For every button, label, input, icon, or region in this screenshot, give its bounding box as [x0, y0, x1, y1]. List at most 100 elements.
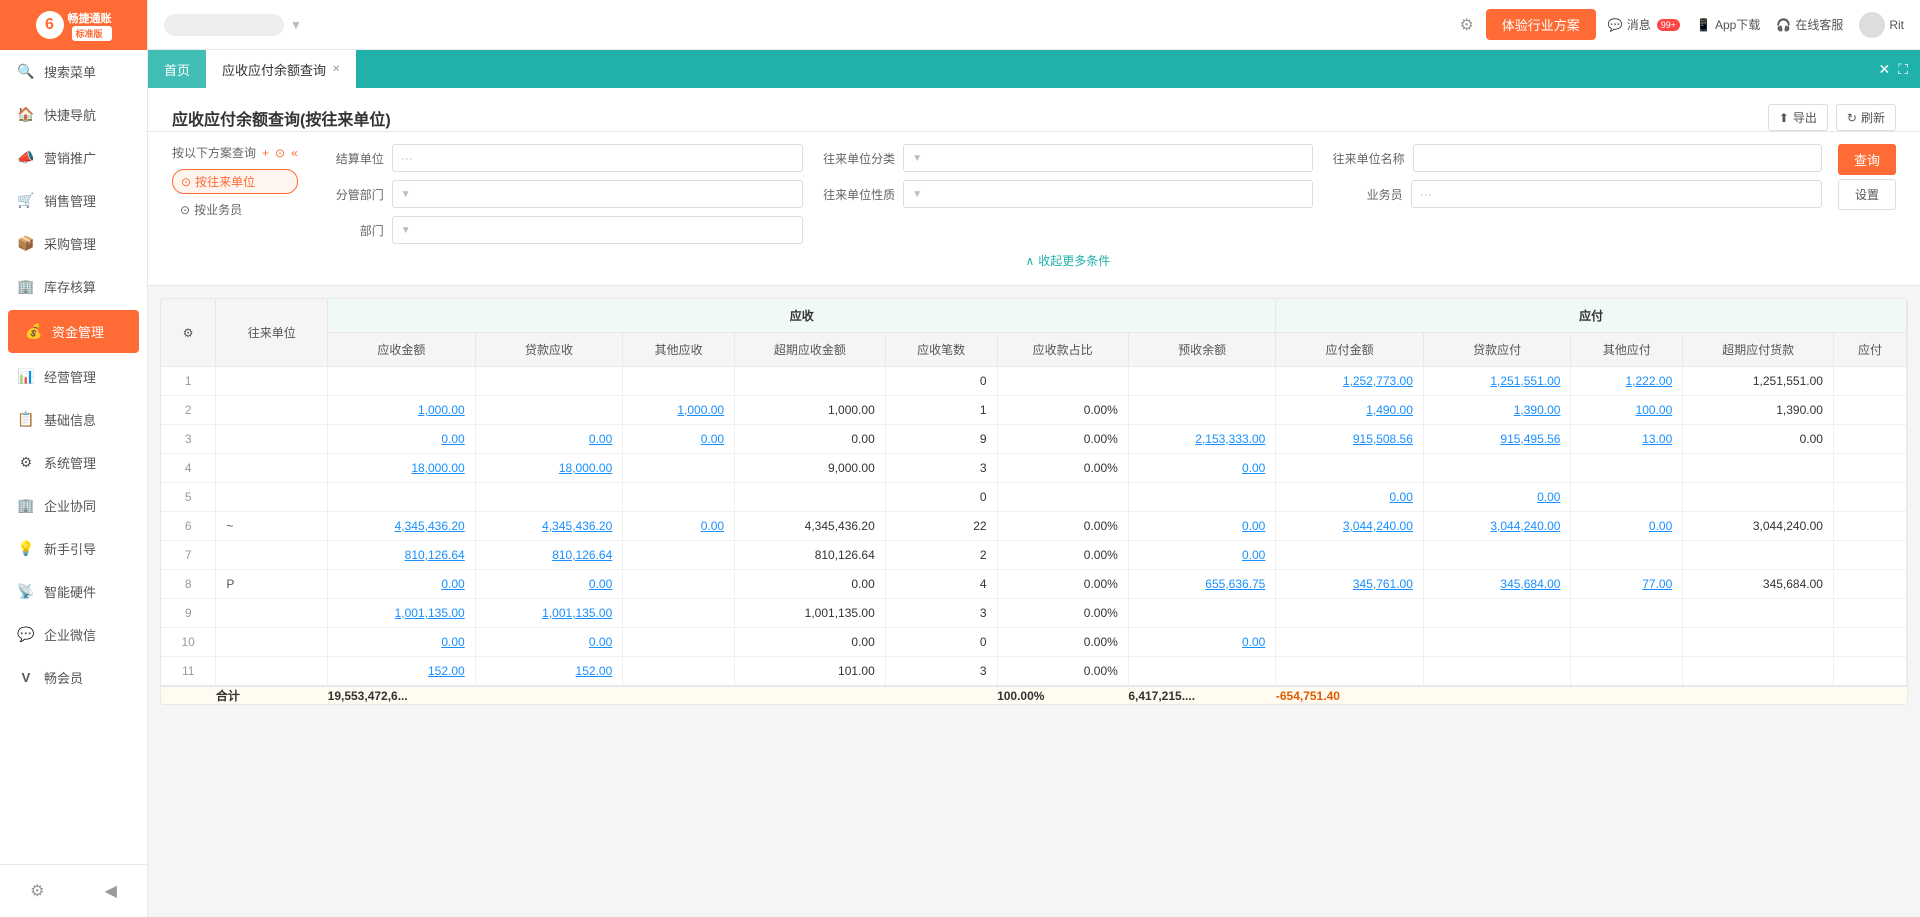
table-cell[interactable]: 1,000.00	[623, 396, 735, 425]
table-cell[interactable]	[1276, 541, 1424, 570]
collapse-filter-btn[interactable]: «	[291, 146, 298, 160]
table-cell[interactable]: 345,684.00	[1423, 570, 1571, 599]
table-cell[interactable]: 0.00	[1128, 454, 1276, 483]
table-cell[interactable]: 0.00	[328, 425, 476, 454]
sidebar-item-finance[interactable]: 💰 资金管理	[8, 310, 139, 353]
footer-ar-prepay[interactable]: 6,417,215....	[1128, 686, 1276, 704]
footer-ar-amount[interactable]: 19,553,472,6...	[328, 686, 476, 704]
customer-type-input[interactable]: ▼	[903, 180, 1312, 208]
table-cell[interactable]	[1128, 599, 1276, 628]
table-cell[interactable]	[623, 367, 735, 396]
collapse-sidebar-btn[interactable]: ◀	[97, 873, 125, 909]
online-service-btn[interactable]: 🎧 在线客服	[1776, 16, 1843, 33]
sidebar-item-operations[interactable]: 📊 经营管理	[0, 355, 147, 398]
tab-home[interactable]: 首页	[148, 50, 206, 88]
customer-category-input[interactable]: ▼	[903, 144, 1312, 172]
table-cell[interactable]: 1,001,135.00	[328, 599, 476, 628]
edit-filter-btn[interactable]: ⊙	[275, 146, 285, 160]
dept-input[interactable]: ▼	[392, 216, 803, 244]
table-cell[interactable]: 0.00	[1276, 483, 1424, 512]
table-cell[interactable]: 77.00	[1571, 570, 1683, 599]
settings-bottom-btn[interactable]: ⚙	[22, 873, 52, 909]
table-cell[interactable]	[328, 367, 476, 396]
table-cell[interactable]	[623, 454, 735, 483]
table-cell[interactable]	[1128, 367, 1276, 396]
table-cell[interactable]	[1423, 599, 1571, 628]
table-cell[interactable]: 0.00	[623, 425, 735, 454]
col-setting[interactable]: ⚙	[161, 299, 216, 367]
table-cell[interactable]	[1571, 599, 1683, 628]
table-cell[interactable]	[475, 367, 623, 396]
sidebar-item-sales[interactable]: 🛒 销售管理	[0, 179, 147, 222]
add-filter-btn[interactable]: +	[262, 146, 269, 160]
table-cell[interactable]	[623, 628, 735, 657]
query-button[interactable]: 查询	[1838, 144, 1896, 175]
table-cell[interactable]: 3,044,240.00	[1423, 512, 1571, 541]
app-download-btn[interactable]: 📱 App下载	[1696, 16, 1760, 33]
filter-by-partner[interactable]: ⊙ 按往来单位	[172, 169, 298, 194]
table-cell[interactable]	[623, 541, 735, 570]
table-cell[interactable]	[1571, 483, 1683, 512]
table-cell[interactable]: 1,001,135.00	[475, 599, 623, 628]
sidebar-item-inventory[interactable]: 🏢 库存核算	[0, 265, 147, 308]
table-cell[interactable]: 810,126.64	[475, 541, 623, 570]
table-cell[interactable]	[1571, 454, 1683, 483]
table-cell[interactable]	[623, 657, 735, 687]
solution-button[interactable]: 体验行业方案	[1486, 9, 1596, 40]
sidebar-item-guide[interactable]: 💡 新手引导	[0, 527, 147, 570]
table-cell[interactable]: 18,000.00	[475, 454, 623, 483]
collapse-more-btn[interactable]: ∧ 收起更多条件	[314, 252, 1822, 269]
tab-close-window-icon[interactable]: ✕	[1878, 61, 1890, 78]
table-cell[interactable]: 1,251,551.00	[1423, 367, 1571, 396]
table-cell[interactable]: 3,044,240.00	[1276, 512, 1424, 541]
table-cell[interactable]: 1,390.00	[1423, 396, 1571, 425]
dept-head-input[interactable]: ▼	[392, 180, 803, 208]
table-cell[interactable]	[1423, 628, 1571, 657]
sidebar-item-enterprise[interactable]: 🏢 企业协同	[0, 484, 147, 527]
table-cell[interactable]: 0.00	[328, 628, 476, 657]
export-button[interactable]: ⬆ 导出	[1768, 104, 1828, 131]
customer-name-input[interactable]	[1413, 144, 1822, 172]
table-cell[interactable]: 4,345,436.20	[475, 512, 623, 541]
sidebar-item-member[interactable]: V 畅会员	[0, 656, 147, 699]
table-cell[interactable]	[1128, 657, 1276, 687]
sidebar-item-marketing[interactable]: 📣 营销推广	[0, 136, 147, 179]
sidebar-item-quick-nav[interactable]: 🏠 快捷导航	[0, 93, 147, 136]
table-cell[interactable]: 0.00	[1571, 512, 1683, 541]
table-cell[interactable]: 0.00	[1423, 483, 1571, 512]
table-cell[interactable]	[1276, 599, 1424, 628]
refresh-button[interactable]: ↻ 刷新	[1836, 104, 1896, 131]
table-cell[interactable]: 0.00	[475, 570, 623, 599]
table-cell[interactable]	[1276, 454, 1424, 483]
table-cell[interactable]: 810,126.64	[328, 541, 476, 570]
table-cell[interactable]: 0.00	[1128, 628, 1276, 657]
table-cell[interactable]	[1423, 541, 1571, 570]
sidebar-item-search-menu[interactable]: 🔍 搜索菜单	[0, 50, 147, 93]
table-cell[interactable]: 4,345,436.20	[328, 512, 476, 541]
sidebar-item-hardware[interactable]: 📡 智能硬件	[0, 570, 147, 613]
table-cell[interactable]: 2,153,333.00	[1128, 425, 1276, 454]
setting-button[interactable]: 设置	[1838, 179, 1896, 210]
table-cell[interactable]	[475, 483, 623, 512]
table-cell[interactable]: 0.00	[623, 512, 735, 541]
user-info[interactable]: Rit	[1859, 12, 1904, 38]
notification-btn[interactable]: 💬 消息 99+	[1608, 16, 1680, 33]
table-cell[interactable]	[623, 483, 735, 512]
sidebar-item-basic-info[interactable]: 📋 基础信息	[0, 398, 147, 441]
table-cell[interactable]	[475, 396, 623, 425]
table-cell[interactable]	[1128, 396, 1276, 425]
table-cell[interactable]	[1128, 483, 1276, 512]
table-cell[interactable]: 1,490.00	[1276, 396, 1424, 425]
table-cell[interactable]: 152.00	[328, 657, 476, 687]
table-cell[interactable]: 915,495.56	[1423, 425, 1571, 454]
table-cell[interactable]	[1571, 657, 1683, 687]
table-cell[interactable]	[623, 599, 735, 628]
table-cell[interactable]: 915,508.56	[1276, 425, 1424, 454]
table-cell[interactable]: 18,000.00	[328, 454, 476, 483]
table-cell[interactable]	[1423, 454, 1571, 483]
table-cell[interactable]	[1423, 657, 1571, 687]
table-cell[interactable]	[328, 483, 476, 512]
table-cell[interactable]: 0.00	[475, 628, 623, 657]
table-cell[interactable]: 0.00	[328, 570, 476, 599]
sidebar-item-purchase[interactable]: 📦 采购管理	[0, 222, 147, 265]
